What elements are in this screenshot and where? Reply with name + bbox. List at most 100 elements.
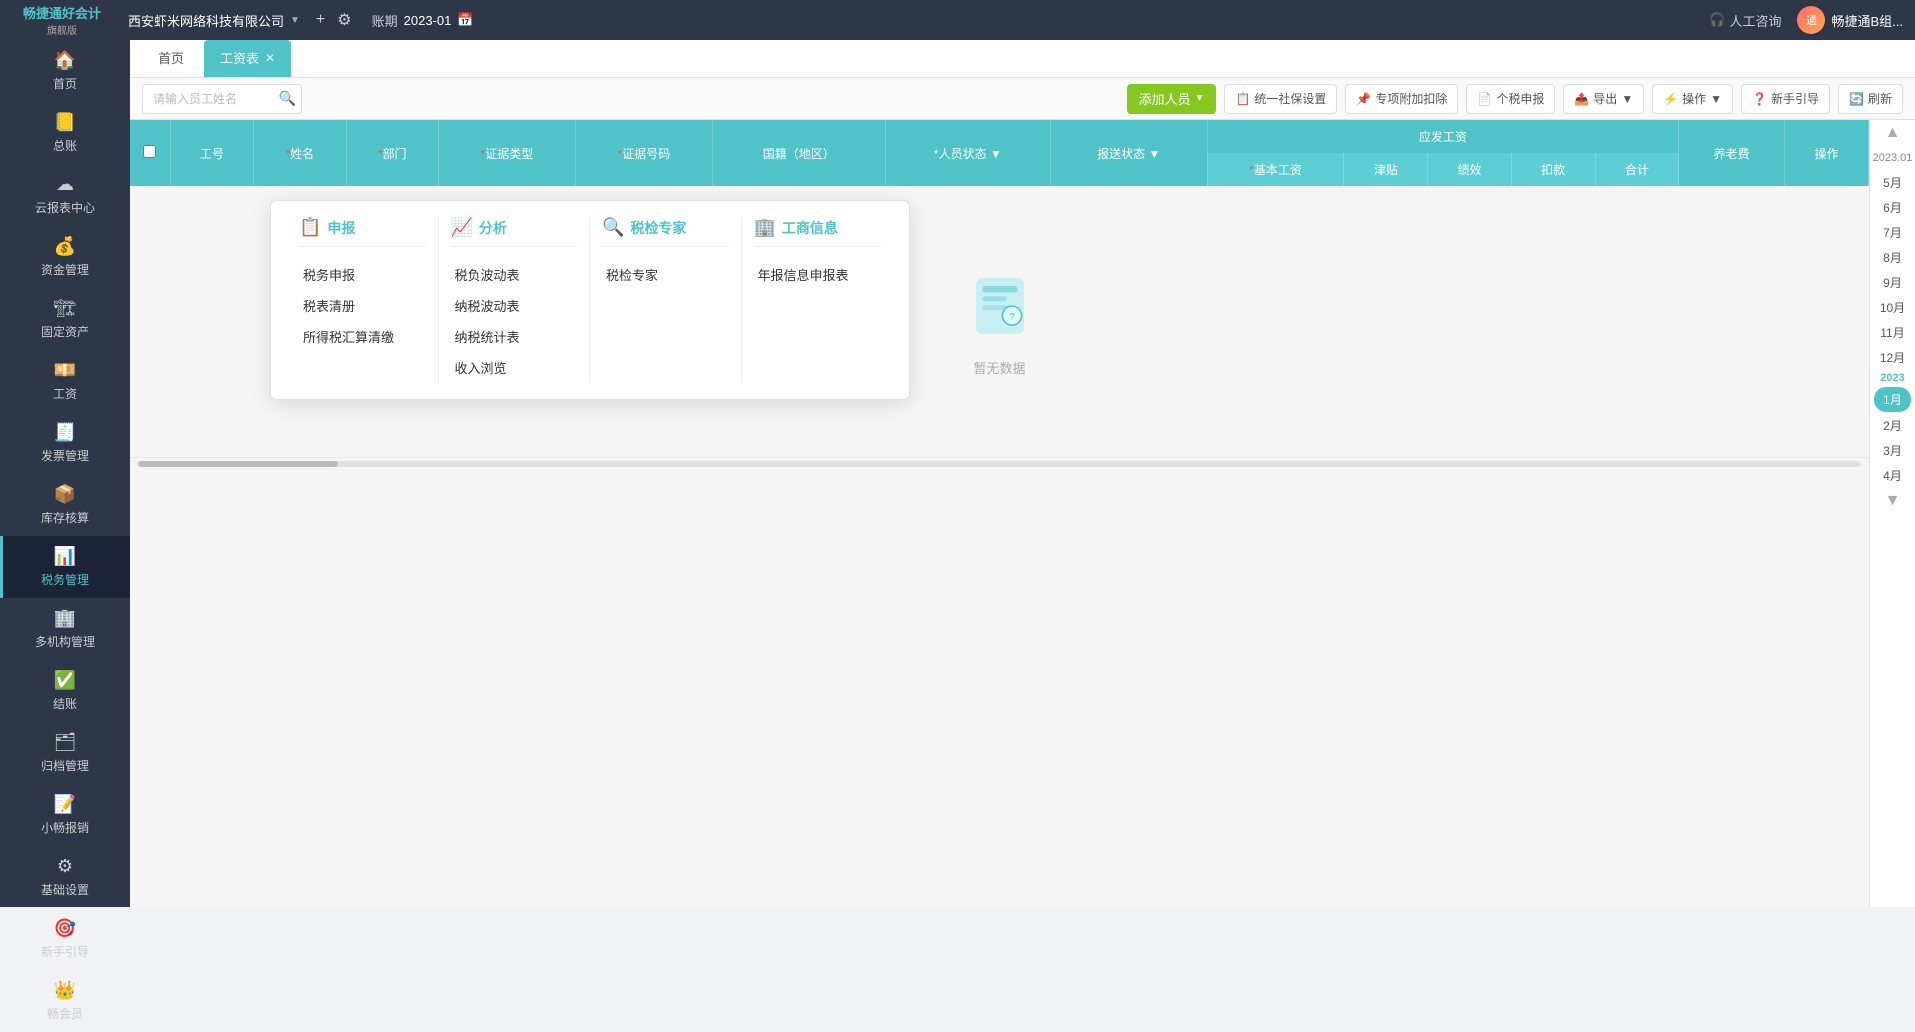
month-3[interactable]: 3月: [1870, 438, 1915, 463]
content-area: 首页 工资表 ✕ 🔍 添加人员 ▼ 📋 统一社保设置 📌: [130, 40, 1915, 907]
menu-item-tax-schedule[interactable]: 税表清册: [299, 290, 426, 321]
sidebar-item-fund[interactable]: 💰 资金管理: [0, 226, 130, 288]
header-report-status: 报送状态 ▼: [1050, 120, 1207, 186]
month-7[interactable]: 7月: [1870, 220, 1915, 245]
search-icon[interactable]: 🔍: [279, 90, 296, 107]
archive-icon: 🗂: [54, 732, 77, 753]
sidebar-item-basic-settings[interactable]: ⚙ 基础设置: [0, 846, 130, 908]
header-should-pay: 应发工资: [1207, 120, 1679, 153]
menu-item-annual-report[interactable]: 年报信息申报表: [754, 259, 882, 290]
sidebar-item-inventory[interactable]: 📦 库存核算: [0, 474, 130, 536]
sidebar-item-payroll[interactable]: 💴 工资: [0, 350, 130, 412]
sidebar-item-checkout[interactable]: ✅ 结账: [0, 660, 130, 722]
sidebar-item-xiao-report[interactable]: 📝 小畅报销: [0, 784, 130, 846]
sidebar-item-fixed-assets[interactable]: 🏗 固定资产: [0, 288, 130, 350]
calendar-icon[interactable]: 📅: [457, 12, 473, 28]
toolbar: 🔍 添加人员 ▼ 📋 统一社保设置 📌 专项附加扣除 📄 个税申报 📤: [130, 78, 1915, 120]
home-icon: 🏠: [54, 50, 76, 71]
sub-header-performance: 绩效: [1428, 153, 1512, 186]
sidebar-item-invoice[interactable]: 🧾 发票管理: [0, 412, 130, 474]
sidebar-item-member[interactable]: 👑 畅会员: [0, 970, 130, 1032]
new-guide-button[interactable]: ❓ 新手引导: [1741, 84, 1830, 114]
user-info[interactable]: 通 畅捷通B组...: [1797, 6, 1903, 34]
basic-settings-icon: ⚙: [57, 856, 73, 877]
next-nav-icon[interactable]: ▼: [1885, 488, 1901, 514]
service-button[interactable]: 🎧 人工咨询: [1709, 11, 1781, 30]
header-checkbox[interactable]: [130, 120, 170, 186]
special-deduction-button[interactable]: 📌 专项附加扣除: [1345, 84, 1458, 114]
scrollbar-track[interactable]: [138, 461, 1861, 467]
sidebar-item-home[interactable]: 🏠 首页: [0, 40, 130, 102]
sidebar-label-tax: 税务管理: [41, 571, 89, 588]
tax-return-button[interactable]: 📄 个税申报: [1466, 84, 1555, 114]
month-11[interactable]: 11月: [1870, 320, 1915, 345]
menu-item-income-browse[interactable]: 收入浏览: [451, 352, 578, 383]
top-bar: 畅捷通好会计 旗舰版 西安虾米网络科技有限公司 ▼ + ⚙ 账期 2023-01…: [0, 0, 1915, 40]
sidebar-label-checkout: 结账: [53, 695, 77, 712]
inventory-icon: 📦: [54, 484, 76, 505]
menu-item-tax-fluctuation[interactable]: 纳税波动表: [451, 290, 578, 321]
chevron-down-icon: ▼: [290, 15, 300, 26]
add-icon[interactable]: +: [316, 11, 325, 29]
sidebar-label-guide: 新手引导: [41, 943, 89, 960]
sidebar-label-home: 首页: [53, 75, 77, 92]
menu-item-tax-burden[interactable]: 税负波动表: [451, 259, 578, 290]
tab-home[interactable]: 首页: [142, 40, 200, 77]
add-person-button[interactable]: 添加人员 ▼: [1127, 84, 1217, 114]
guide-icon: 🎯: [54, 918, 76, 939]
member-icon: 👑: [54, 980, 76, 1001]
month-10[interactable]: 10月: [1870, 295, 1915, 320]
close-icon[interactable]: ✕: [265, 51, 275, 65]
section-title-declaration: 申报: [327, 218, 355, 238]
tab-payroll[interactable]: 工资表 ✕: [204, 40, 291, 77]
header-name: *姓名: [254, 120, 346, 186]
sidebar-item-cloud-report[interactable]: ☁ 云报表中心: [0, 164, 130, 226]
refresh-button[interactable]: 🔄 刷新: [1838, 84, 1903, 114]
scrollbar-thumb[interactable]: [138, 461, 338, 467]
analysis-section-icon: 📈: [451, 217, 473, 238]
select-all-checkbox[interactable]: [143, 145, 156, 158]
sidebar-item-ledger[interactable]: 📒 总账: [0, 102, 130, 164]
export-button[interactable]: 📤 导出 ▼: [1563, 84, 1644, 114]
menu-item-tax-check[interactable]: 税检专家: [602, 259, 729, 290]
sidebar: 🏠 首页 📒 总账 ☁ 云报表中心 💰 资金管理 🏗 固定资产 💴 工资 🧾 发…: [0, 40, 130, 907]
sidebar-item-archive[interactable]: 🗂 归档管理: [0, 722, 130, 784]
month-8[interactable]: 8月: [1870, 245, 1915, 270]
month-9[interactable]: 9月: [1870, 270, 1915, 295]
top-bar-right: 🎧 人工咨询 通 畅捷通B组...: [1709, 6, 1903, 34]
section-title-analysis: 分析: [479, 218, 507, 238]
tax-expert-section-icon: 🔍: [602, 217, 624, 238]
month-6[interactable]: 6月: [1870, 195, 1915, 220]
data-table: 工号 *姓名 *部门 *证据类型 *证据号码 国籍（地区） *人员状态 ▼ 报送…: [130, 120, 1869, 186]
month-5[interactable]: 5月: [1870, 170, 1915, 195]
header-emp-no: 工号: [170, 120, 254, 186]
month-1-current[interactable]: 1月: [1874, 387, 1911, 412]
month-2[interactable]: 2月: [1870, 413, 1915, 438]
scrollbar-area[interactable]: [130, 457, 1869, 469]
social-insurance-label: 统一社保设置: [1254, 90, 1326, 107]
sidebar-item-new-guide[interactable]: 🎯 新手引导: [0, 908, 130, 970]
dropdown-section-declaration: 📋 申报 税务申报 税表清册 所得税汇算清缴: [287, 217, 439, 383]
operation-label: 操作: [1682, 90, 1706, 107]
sidebar-item-multi-org[interactable]: 🏢 多机构管理: [0, 598, 130, 660]
prev-nav-icon[interactable]: ▲: [1885, 120, 1901, 146]
month-12[interactable]: 12月: [1870, 345, 1915, 370]
declaration-section-icon: 📋: [299, 217, 321, 238]
business-info-section-icon: 🏢: [754, 217, 776, 238]
service-label: 人工咨询: [1729, 11, 1781, 30]
month-4[interactable]: 4月: [1870, 463, 1915, 488]
header-action: 操作: [1785, 120, 1869, 186]
sidebar-item-tax[interactable]: 📊 税务管理: [0, 536, 130, 598]
app-logo: 畅捷通好会计 旗舰版: [12, 3, 112, 37]
operation-button[interactable]: ⚡ 操作 ▼: [1652, 84, 1733, 114]
menu-item-tax-declare[interactable]: 税务申报: [299, 259, 426, 290]
sidebar-label-assets: 固定资产: [41, 323, 89, 340]
social-insurance-button[interactable]: 📋 统一社保设置: [1224, 84, 1337, 114]
svg-text:?: ?: [1009, 312, 1014, 323]
menu-item-tax-stats[interactable]: 纳税统计表: [451, 321, 578, 352]
company-selector[interactable]: 西安虾米网络科技有限公司 ▼: [128, 11, 300, 30]
operation-icon: ⚡: [1663, 92, 1678, 106]
settings-icon[interactable]: ⚙: [337, 10, 351, 30]
menu-item-income-tax-calc[interactable]: 所得税汇算清缴: [299, 321, 426, 352]
main-layout: 🏠 首页 📒 总账 ☁ 云报表中心 💰 资金管理 🏗 固定资产 💴 工资 🧾 发…: [0, 40, 1915, 907]
